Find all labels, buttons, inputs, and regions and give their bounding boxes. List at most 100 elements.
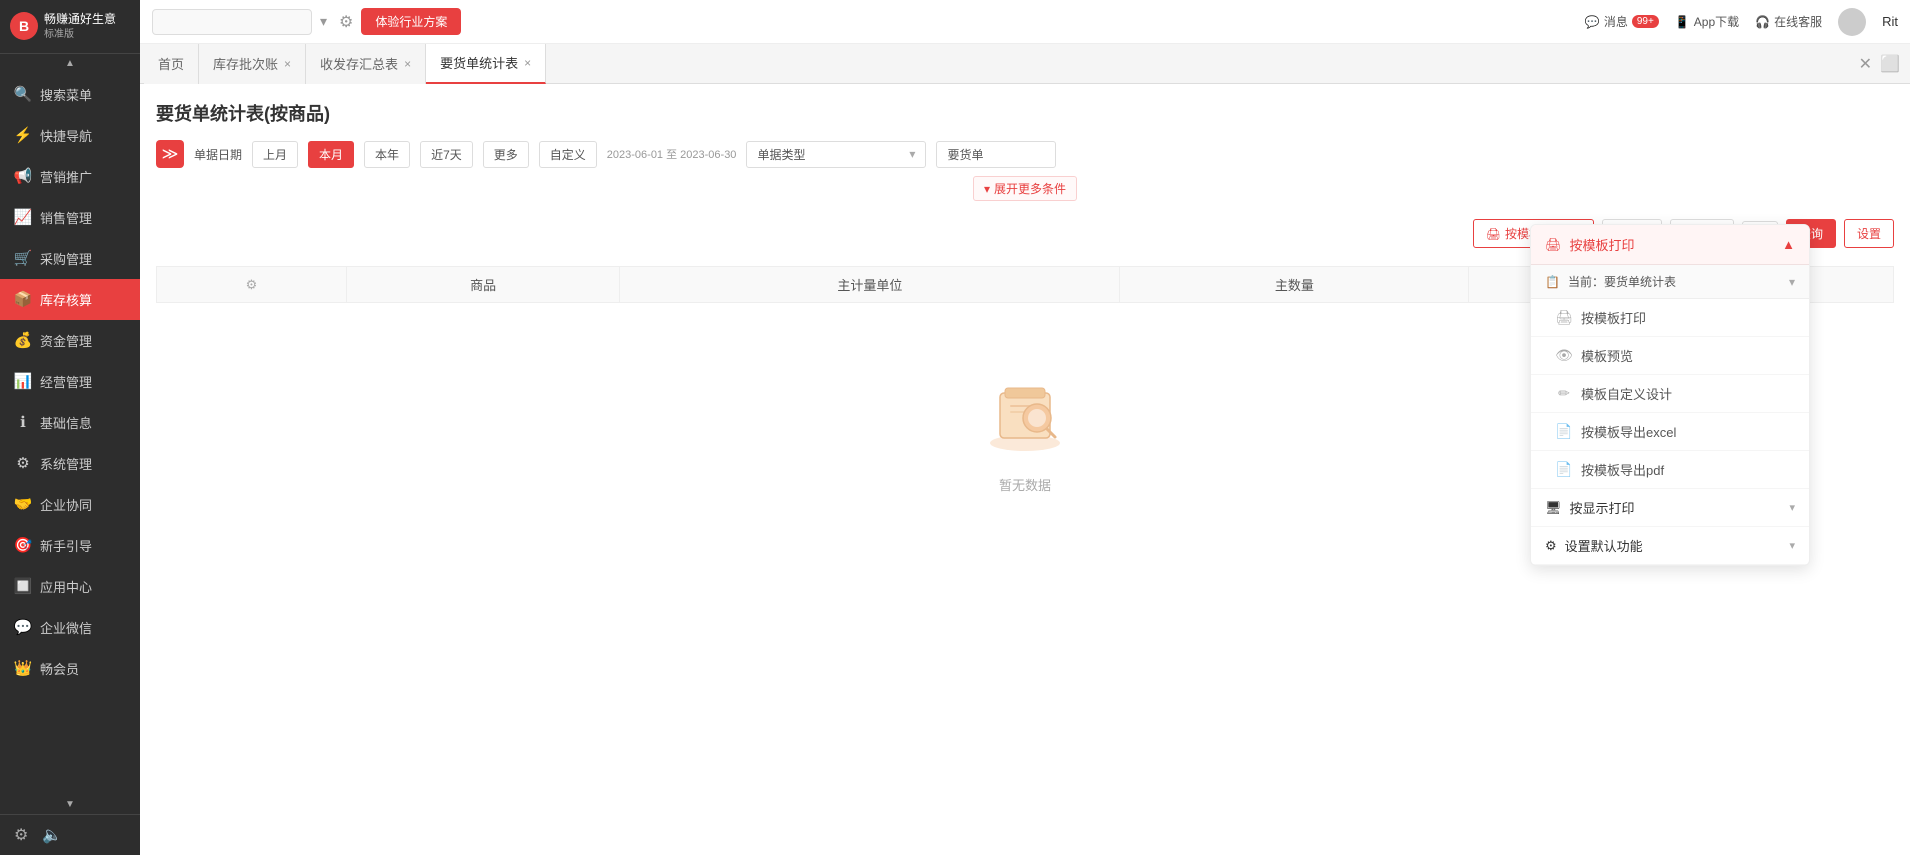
tab-batch[interactable]: 库存批次账 × [199, 44, 306, 84]
sidebar-item-sales[interactable]: 📈 销售管理 [0, 197, 140, 238]
tab-order[interactable]: 要货单统计表 × [426, 44, 546, 84]
sidebar-item-inventory[interactable]: 📦 库存核算 [0, 279, 140, 320]
col-product: 商品 [346, 267, 619, 303]
dropdown-current-template[interactable]: 📋 当前：要货单统计表 ▾ [1531, 265, 1809, 299]
guide-icon: 🎯 [14, 536, 32, 554]
date-btn-7days[interactable]: 近7天 [420, 141, 473, 168]
online-service-label: 在线客服 [1774, 13, 1822, 30]
category-label: 要货单 [947, 146, 983, 163]
sidebar-item-enterprise[interactable]: 🤝 企业协同 [0, 484, 140, 525]
export-pdf-label: 按模板导出pdf [1581, 460, 1664, 479]
template-design-label: 模板自定义设计 [1581, 384, 1672, 403]
tab-batch-close[interactable]: × [284, 58, 291, 70]
message-icon: 💬 [1585, 15, 1600, 29]
sidebar-item-label: 资金管理 [40, 331, 92, 350]
user-name: Rit [1882, 14, 1898, 29]
sidebar-item-member[interactable]: 👑 畅会员 [0, 648, 140, 689]
page-content: 要货单统计表(按商品) ≫ 单据日期 上月 本月 本年 近7天 更多 自定义 2… [140, 84, 1910, 855]
export-pdf-icon: 📄 [1555, 461, 1573, 478]
member-icon: 👑 [14, 659, 32, 677]
sidebar-item-label: 库存核算 [40, 290, 92, 309]
dropdown-item-export-excel[interactable]: 📄 按模板导出excel [1531, 413, 1809, 451]
tab-order-close[interactable]: × [524, 57, 531, 69]
experience-btn[interactable]: 体验行业方案 [361, 8, 461, 35]
scroll-down-btn[interactable]: ▼ [0, 794, 140, 814]
expand-icon: ▾ [984, 182, 990, 196]
avatar[interactable] [1838, 8, 1866, 36]
date-btn-more[interactable]: 更多 [483, 141, 529, 168]
app-download-btn[interactable]: 📱 App下载 [1675, 13, 1739, 30]
default-settings-icon: ⚙ [1545, 538, 1557, 554]
sound-icon[interactable]: 🔈 [42, 825, 62, 845]
inventory-icon: 📦 [14, 290, 32, 308]
category-select[interactable]: 要货单 [936, 141, 1056, 168]
scroll-up-btn[interactable]: ▲ [0, 54, 140, 74]
settings-icon[interactable]: ⚙ [14, 825, 28, 845]
sidebar-item-finance[interactable]: 💰 资金管理 [0, 320, 140, 361]
search-input[interactable] [152, 9, 312, 35]
settings-btn[interactable]: 设置 [1844, 219, 1894, 248]
date-btn-this-year[interactable]: 本年 [364, 141, 410, 168]
empty-text: 暂无数据 [999, 475, 1051, 494]
export-excel-label: 按模板导出excel [1581, 422, 1676, 441]
sidebar-item-search[interactable]: 🔍 搜索菜单 [0, 74, 140, 115]
sidebar-item-label: 采购管理 [40, 249, 92, 268]
sidebar-item-guide[interactable]: 🎯 新手引导 [0, 525, 140, 566]
topbar-gear-icon[interactable]: ⚙ [339, 12, 353, 32]
sidebar-item-marketing[interactable]: 📢 营销推广 [0, 156, 140, 197]
topbar-right: 💬 消息 99+ 📱 App下载 🎧 在线客服 Rit [1585, 8, 1898, 36]
online-service-btn[interactable]: 🎧 在线客服 [1755, 13, 1822, 30]
sidebar-item-system[interactable]: ⚙ 系统管理 [0, 443, 140, 484]
dropdown-section-display-print[interactable]: 🖥 按显示打印 ▾ [1531, 489, 1809, 527]
tab-summary-close[interactable]: × [404, 58, 411, 70]
search-icon: 🔍 [14, 85, 32, 103]
sidebar-item-wechat[interactable]: 💬 企业微信 [0, 607, 140, 648]
date-btn-prev-month[interactable]: 上月 [252, 141, 298, 168]
print-icon: 🖨 [1486, 227, 1501, 241]
date-btn-custom[interactable]: 自定义 [539, 141, 597, 168]
sidebar-item-quick-nav[interactable]: ⚡ 快捷导航 [0, 115, 140, 156]
sidebar-item-label: 经营管理 [40, 372, 92, 391]
enterprise-icon: 🤝 [14, 495, 32, 513]
expand-more-btn[interactable]: ▾ 展开更多条件 [973, 176, 1077, 201]
sidebar-item-purchase[interactable]: 🛒 采购管理 [0, 238, 140, 279]
phone-icon: 📱 [1675, 15, 1690, 29]
filter-expand-btn[interactable]: ≫ [156, 140, 184, 168]
sidebar-item-label: 企业微信 [40, 618, 92, 637]
tab-summary[interactable]: 收发存汇总表 × [306, 44, 426, 84]
tabbar: 首页 库存批次账 × 收发存汇总表 × 要货单统计表 × ✕ ⬜ [140, 44, 1910, 84]
dropdown-item-template-design[interactable]: ✏ 模板自定义设计 [1531, 375, 1809, 413]
tab-home-label: 首页 [158, 54, 184, 73]
close-all-icon[interactable]: ✕ [1859, 54, 1872, 74]
business-icon: 📊 [14, 372, 32, 390]
col-setting[interactable]: ⚙ [157, 267, 347, 303]
page-title: 要货单统计表(按商品) [156, 100, 1894, 126]
dropdown-item-export-pdf[interactable]: 📄 按模板导出pdf [1531, 451, 1809, 489]
dropdown-section-default-settings[interactable]: ⚙ 设置默认功能 ▾ [1531, 527, 1809, 565]
tab-home[interactable]: 首页 [144, 44, 199, 84]
sidebar-item-label: 搜索菜单 [40, 85, 92, 104]
app-download-label: App下载 [1694, 13, 1739, 30]
display-print-label: 按显示打印 [1570, 498, 1635, 517]
purchase-icon: 🛒 [14, 249, 32, 267]
dropdown-item-template-print[interactable]: 🖨 按模板打印 [1531, 299, 1809, 337]
message-btn[interactable]: 💬 消息 99+ [1585, 13, 1659, 30]
table-setting-icon[interactable]: ⚙ [246, 277, 258, 292]
main-content: ▾ ⚙ 体验行业方案 💬 消息 99+ 📱 App下载 🎧 在线客服 Rit 首… [140, 0, 1910, 855]
sidebar-item-app-center[interactable]: 🔲 应用中心 [0, 566, 140, 607]
sidebar-item-business[interactable]: 📊 经营管理 [0, 361, 140, 402]
message-label: 消息 [1604, 13, 1628, 30]
dropdown-icon[interactable]: ▾ [320, 13, 327, 30]
tab-batch-label: 库存批次账 [213, 54, 278, 73]
tab-summary-label: 收发存汇总表 [320, 54, 398, 73]
dropdown-item-template-preview[interactable]: 👁 模板预览 [1531, 337, 1809, 375]
dropdown-header: 🖨 按模板打印 ▲ [1531, 225, 1809, 265]
date-btn-this-month[interactable]: 本月 [308, 141, 354, 168]
maximize-icon[interactable]: ⬜ [1880, 54, 1900, 74]
date-range: 2023-06-01 至 2023-06-30 [607, 146, 737, 162]
sidebar-item-basic[interactable]: ℹ 基础信息 [0, 402, 140, 443]
dropdown-collapse-icon[interactable]: ▲ [1782, 237, 1795, 252]
display-print-arrow: ▾ [1789, 501, 1795, 514]
dropdown-title-label: 按模板打印 [1570, 235, 1635, 254]
doc-type-select[interactable]: 单据类型 ▾ [746, 141, 926, 168]
